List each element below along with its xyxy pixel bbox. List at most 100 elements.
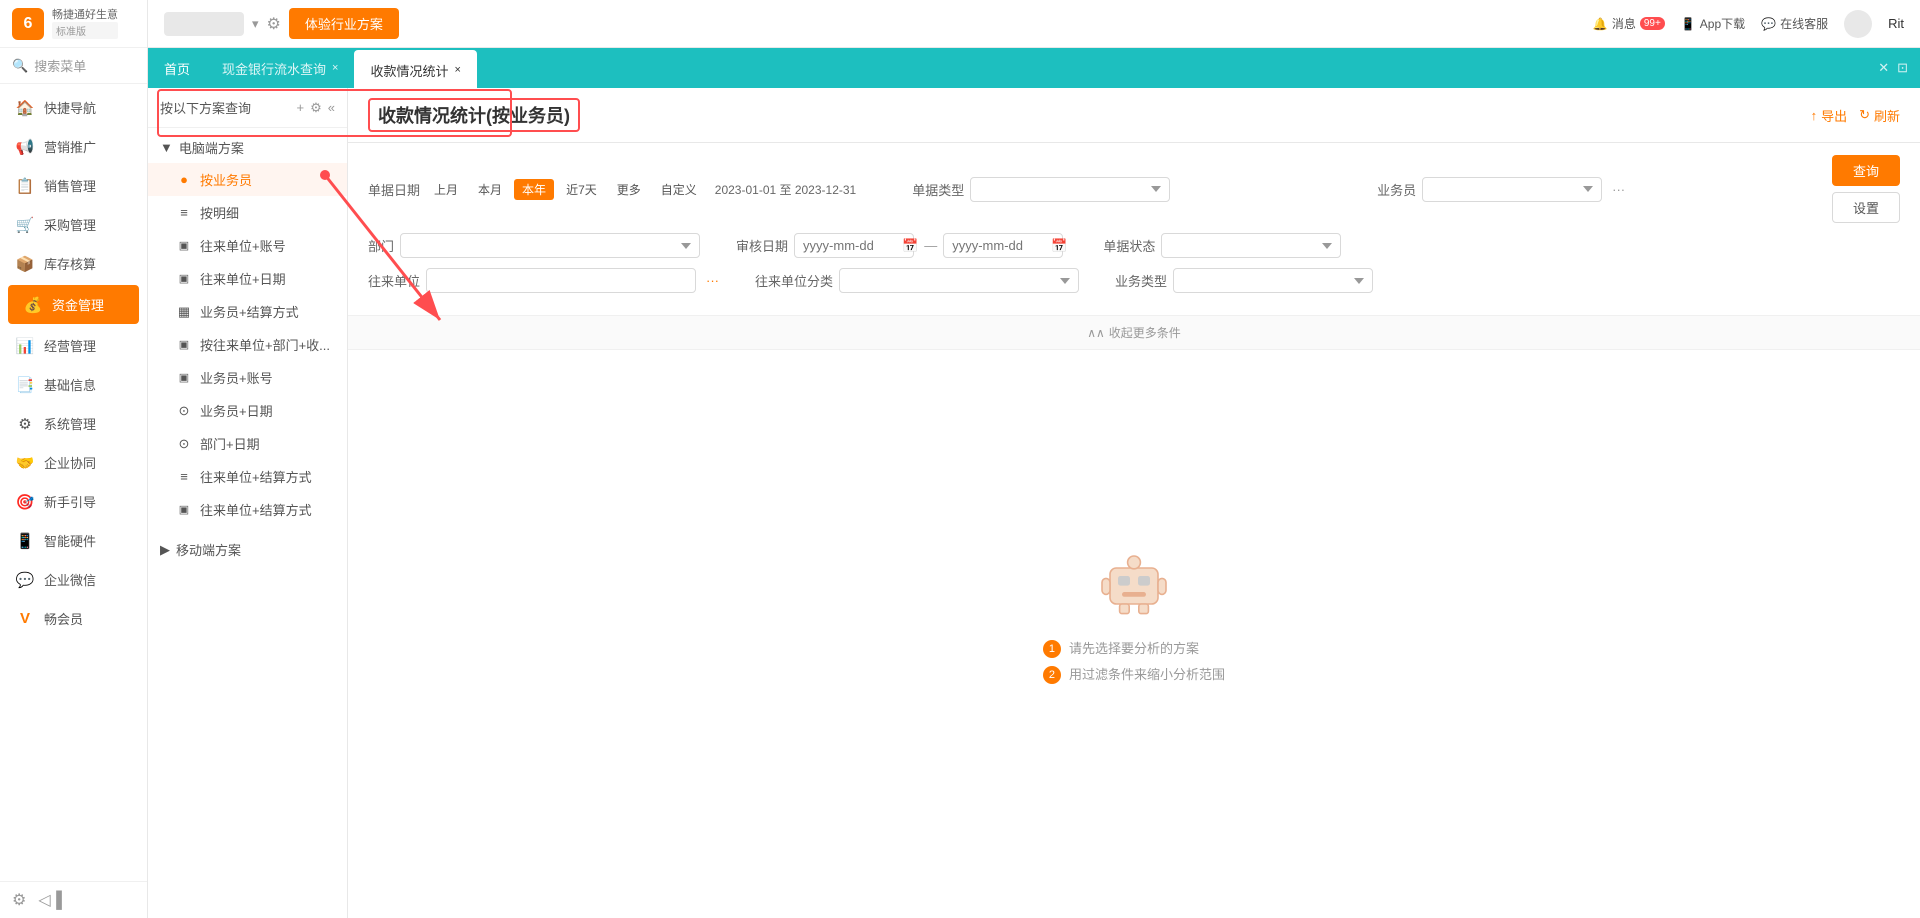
scheme-item-unit-dept[interactable]: ▣ 按往来单位+部门+收...: [148, 328, 347, 361]
scheme-item-label: 按往来单位+部门+收...: [200, 335, 330, 354]
message-btn[interactable]: 🔔 消息 99+: [1593, 15, 1665, 32]
by-detail-icon: ≡: [176, 205, 192, 221]
date-range-display: 2023-01-01 至 2023-12-31: [715, 181, 856, 198]
salesman-more-icon[interactable]: ···: [1612, 182, 1625, 197]
counterparty-input[interactable]: [426, 268, 696, 293]
sidebar-item-label: 企业微信: [44, 570, 96, 589]
scheme-item-label: 按明细: [200, 203, 239, 222]
sales-icon: 📋: [16, 177, 34, 195]
scheme-group-desktop-title[interactable]: ▼ 电脑端方案: [148, 132, 347, 163]
sidebar-item-wechat[interactable]: 💬 企业微信: [0, 560, 147, 599]
basic-info-icon: 📑: [16, 376, 34, 394]
scheme-settings-icon[interactable]: ⚙: [310, 100, 322, 116]
tab-bank-flow[interactable]: 现金银行流水查询 ×: [206, 48, 354, 88]
sidebar-item-quick-nav[interactable]: 🏠 快捷导航: [0, 88, 147, 127]
salesman-select[interactable]: [1422, 177, 1602, 202]
maximize-window-icon[interactable]: ⊡: [1897, 60, 1908, 76]
download-icon: 📱: [1681, 17, 1696, 31]
sidebar-item-smart-hw[interactable]: 📱 智能硬件: [0, 521, 147, 560]
scheme-item-label: 往来单位+日期: [200, 269, 286, 288]
user-avatar[interactable]: [1844, 10, 1872, 38]
scheme-item-by-detail[interactable]: ≡ 按明细: [148, 196, 347, 229]
date-separator: —: [924, 238, 937, 253]
scheme-group-mobile-title[interactable]: ▶ 移动端方案: [148, 534, 347, 565]
sidebar-item-enterprise[interactable]: 🤝 企业协同: [0, 443, 147, 482]
system-icon: ⚙: [16, 415, 34, 433]
sidebar-item-label: 快捷导航: [44, 98, 96, 117]
date-tab-this-month[interactable]: 本月: [470, 179, 510, 200]
counterparty-classify-select[interactable]: [839, 268, 1079, 293]
counterparty-more-icon[interactable]: ···: [706, 273, 719, 288]
sidebar-item-inventory[interactable]: 📦 库存核算: [0, 244, 147, 283]
collapse-panel-icon[interactable]: «: [328, 100, 335, 116]
tab-receipt-stats[interactable]: 收款情况统计 ×: [354, 50, 476, 90]
app-download-btn[interactable]: 📱 App下载: [1681, 15, 1745, 32]
scheme-item-unit-settlement1[interactable]: ≡ 往来单位+结算方式: [148, 460, 347, 493]
date-tab-this-year[interactable]: 本年: [514, 179, 554, 200]
scheme-item-by-salesman[interactable]: ● 按业务员: [148, 163, 347, 196]
query-btn-group: 查询 设置: [1832, 155, 1900, 223]
trial-btn[interactable]: 体验行业方案: [289, 8, 399, 39]
topbar-gear-icon[interactable]: ⚙: [267, 14, 281, 34]
export-button[interactable]: ↑ 导出: [1811, 106, 1848, 125]
sidebar-item-marketing[interactable]: 📢 营销推广: [0, 127, 147, 166]
date-tab-prev-month[interactable]: 上月: [426, 179, 466, 200]
review-date-from-input[interactable]: [794, 233, 914, 258]
scheme-item-dept-date[interactable]: ⊙ 部门+日期: [148, 427, 347, 460]
settings-footer-icon[interactable]: ⚙: [12, 890, 26, 910]
sidebar-item-label: 营销推广: [44, 137, 96, 156]
scheme-item-label: 往来单位+账号: [200, 236, 286, 255]
filter-salesman: 业务员 ···: [1377, 177, 1625, 202]
smart-hw-icon: 📱: [16, 532, 34, 550]
add-scheme-icon[interactable]: +: [297, 100, 305, 116]
sidebar-item-purchase[interactable]: 🛒 采购管理: [0, 205, 147, 244]
unit-settlement2-icon: ▣: [176, 502, 192, 518]
refresh-button[interactable]: ↻ 刷新: [1859, 106, 1900, 125]
scheme-item-salesman-date[interactable]: ⊙ 业务员+日期: [148, 394, 347, 427]
scheme-item-salesman-account[interactable]: ▣ 业务员+账号: [148, 361, 347, 394]
online-service-btn[interactable]: 💬 在线客服: [1761, 15, 1828, 32]
doc-status-select[interactable]: [1161, 233, 1341, 258]
calendar-from-icon[interactable]: 📅: [902, 238, 918, 254]
sidebar-item-basic-info[interactable]: 📑 基础信息: [0, 365, 147, 404]
collapse-bar[interactable]: ∧∧ 收起更多条件: [348, 316, 1920, 350]
scheme-item-unit-settlement2[interactable]: ▣ 往来单位+结算方式: [148, 493, 347, 526]
query-button[interactable]: 查询: [1832, 155, 1900, 186]
salesman-date-icon: ⊙: [176, 403, 192, 419]
sidebar-item-finance[interactable]: 💰 资金管理: [8, 285, 139, 324]
scheme-item-label: 部门+日期: [200, 434, 260, 453]
bank-flow-tab-close[interactable]: ×: [332, 62, 338, 74]
sidebar-item-label: 系统管理: [44, 414, 96, 433]
sidebar-item-operation[interactable]: 📊 经营管理: [0, 326, 147, 365]
sidebar-item-system[interactable]: ⚙ 系统管理: [0, 404, 147, 443]
close-window-icon[interactable]: ✕: [1878, 60, 1889, 76]
scheme-item-unit-account[interactable]: ▣ 往来单位+账号: [148, 229, 347, 262]
receipt-stats-tab-close[interactable]: ×: [454, 64, 460, 76]
side-panel-header-icons: + ⚙ «: [297, 100, 335, 116]
scheme-item-unit-date[interactable]: ▣ 往来单位+日期: [148, 262, 347, 295]
settings-button[interactable]: 设置: [1832, 192, 1900, 223]
topbar: ▾ ⚙ 体验行业方案 🔔 消息 99+ 📱 App下载 💬 在线客服 Rit: [148, 0, 1920, 48]
app-logo-icon: 6: [12, 8, 44, 40]
doc-type-select[interactable]: [970, 177, 1170, 202]
date-tab-more[interactable]: 更多: [609, 179, 649, 200]
doc-type-select-wrapper: [970, 177, 1170, 202]
salesman-label: 业务员: [1377, 180, 1416, 199]
collapse-footer-icon[interactable]: ◁▐: [38, 890, 62, 910]
filter-area: 单据日期 上月 本月 本年 近7天 更多 自定义 2023-01-01 至 20…: [348, 143, 1920, 316]
scheme-item-salesman-settlement[interactable]: ▦ 业务员+结算方式: [148, 295, 347, 328]
sidebar-item-member[interactable]: V 畅会员: [0, 599, 147, 638]
date-tab-7days[interactable]: 近7天: [558, 179, 605, 200]
biz-type-select[interactable]: [1173, 268, 1373, 293]
tab-home[interactable]: 首页: [148, 48, 206, 88]
scheme-item-label: 往来单位+结算方式: [200, 467, 312, 486]
sidebar-item-guide[interactable]: 🎯 新手引导: [0, 482, 147, 521]
search-menu-item[interactable]: 🔍 搜索菜单: [0, 48, 147, 84]
scheme-group-desktop: ▼ 电脑端方案 ● 按业务员 ≡ 按明细 ▣ 往来单位+账号 ▣ 往来单位+: [148, 128, 347, 530]
dept-select[interactable]: [400, 233, 700, 258]
calendar-to-icon[interactable]: 📅: [1051, 238, 1067, 254]
review-date-to-input[interactable]: [943, 233, 1063, 258]
date-tab-custom[interactable]: 自定义: [653, 179, 705, 200]
filter-date: 单据日期 上月 本月 本年 近7天 更多 自定义 2023-01-01 至 20…: [368, 179, 856, 200]
sidebar-item-sales[interactable]: 📋 销售管理: [0, 166, 147, 205]
